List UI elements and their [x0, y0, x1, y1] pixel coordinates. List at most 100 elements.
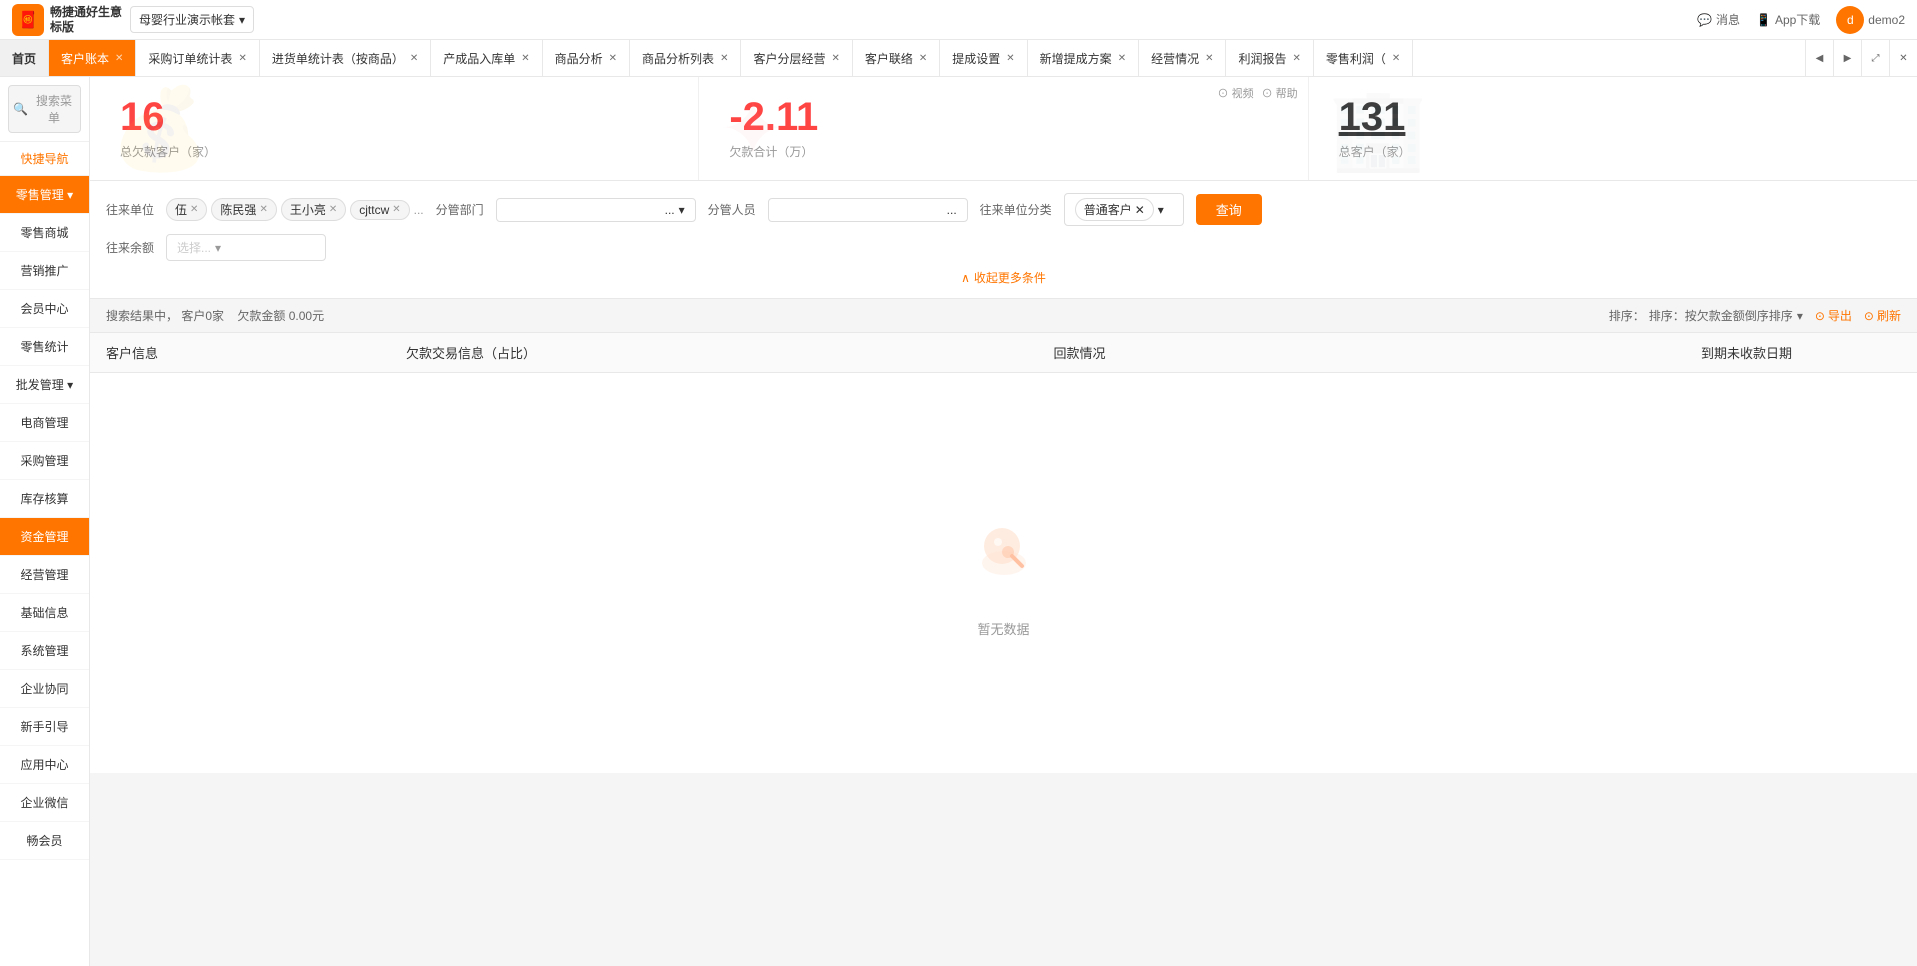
- empty-icon: [964, 508, 1044, 607]
- unit-category-select[interactable]: 普通客户 ✕ ▾: [1064, 193, 1184, 226]
- close-tag-1[interactable]: ✕: [259, 204, 267, 215]
- sidebar-item-purchase-mgmt[interactable]: 采购管理: [0, 442, 89, 480]
- data-table: 客户信息 欠款交易信息（占比） 回款情况 到期未收款日期 暂无数据: [90, 333, 1917, 773]
- stats-row: 💰 16 总欠款客户（家） ✦ -2.11 欠款合计（万） ⊙ 视频 ⊙ 帮助 …: [90, 77, 1917, 181]
- sidebar-item-new-guide[interactable]: 新手引导: [0, 708, 89, 746]
- tab-customer-layer[interactable]: 客户分层经营 ✕: [741, 40, 852, 76]
- sidebar-item-batch-mgmt[interactable]: 批发管理 ▾: [0, 366, 89, 404]
- filter-tag-2[interactable]: 王小亮 ✕: [281, 198, 346, 221]
- close-tab-new-plan[interactable]: ✕: [1118, 53, 1126, 64]
- close-tab-customer-book[interactable]: ✕: [115, 53, 123, 64]
- sidebar-item-capital-mgmt[interactable]: 资金管理: [0, 518, 89, 556]
- export-btn[interactable]: ⊙ 导出: [1815, 307, 1852, 324]
- sort-select[interactable]: 排序： 排序：按欠款金额倒序排序 ▾: [1609, 307, 1803, 324]
- logo-area: 🧧 畅捷通好生意 标版: [12, 4, 122, 36]
- tab-home[interactable]: 首页: [0, 40, 49, 76]
- tab-operation[interactable]: 经营情况 ✕: [1139, 40, 1226, 76]
- tab-retail-profit[interactable]: 零售利润（ ✕: [1314, 40, 1413, 76]
- filter-tag-1[interactable]: 陈民强 ✕: [211, 198, 276, 221]
- close-tab-retail-profit[interactable]: ✕: [1392, 53, 1400, 64]
- user-avatar[interactable]: d demo2: [1836, 6, 1905, 34]
- main-layout: 🔍 搜索菜单 快捷导航 零售管理 ▾ 零售商城 营销推广 会员中心 零售统计 批…: [0, 77, 1917, 966]
- logo-text: 畅捷通好生意 标版: [50, 5, 122, 34]
- sidebar-item-enterprise-wechat[interactable]: 企业微信: [0, 784, 89, 822]
- nav-prev-btn[interactable]: ◀: [1805, 40, 1833, 76]
- staff-select[interactable]: ...: [768, 198, 968, 222]
- nav-close-all-btn[interactable]: ✕: [1889, 40, 1917, 76]
- search-menu-btn[interactable]: 🔍 搜索菜单: [8, 85, 81, 133]
- content-area: 💰 16 总欠款客户（家） ✦ -2.11 欠款合计（万） ⊙ 视频 ⊙ 帮助 …: [90, 77, 1917, 966]
- tab-new-plan[interactable]: 新增提成方案 ✕: [1028, 40, 1139, 76]
- tab-goods-analysis-list[interactable]: 商品分析列表 ✕: [630, 40, 741, 76]
- sidebar-item-ecommerce[interactable]: 电商管理: [0, 404, 89, 442]
- top-bar-right: 💬 消息 📱 App下载 d demo2: [1697, 6, 1905, 34]
- dept-select[interactable]: ... ▾: [496, 198, 696, 222]
- col-overdue-date: 到期未收款日期: [1701, 343, 1901, 362]
- tab-customer-book[interactable]: 客户账本 ✕: [49, 40, 136, 76]
- filter-row-2: 往来余额 选择... ▾: [106, 234, 1901, 261]
- sidebar-item-retail-mall[interactable]: 零售商城: [0, 214, 89, 252]
- tab-goods-analysis[interactable]: 商品分析 ✕: [543, 40, 630, 76]
- tab-purchase-order[interactable]: 采购订单统计表 ✕: [136, 40, 259, 76]
- filter-more-tags[interactable]: ...: [414, 203, 424, 217]
- balance-input[interactable]: 选择... ▾: [166, 234, 326, 261]
- tab-stock-stats[interactable]: 进货单统计表（按商品） ✕: [260, 40, 431, 76]
- refresh-btn[interactable]: ⊙ 刷新: [1864, 307, 1901, 324]
- close-tab-customer-contact[interactable]: ✕: [919, 53, 927, 64]
- query-button[interactable]: 查询: [1196, 194, 1262, 225]
- unit-category-tag[interactable]: 普通客户 ✕: [1075, 198, 1154, 221]
- collapse-filter-btn[interactable]: ∧ 收起更多条件: [961, 269, 1046, 286]
- close-tab-purchase-order[interactable]: ✕: [238, 53, 246, 64]
- app-download-btn[interactable]: 📱 App下载: [1756, 11, 1820, 28]
- sidebar-item-retail-stats[interactable]: 零售统计: [0, 328, 89, 366]
- close-tag-3[interactable]: ✕: [392, 204, 400, 215]
- message-btn[interactable]: 💬 消息: [1697, 11, 1740, 28]
- close-tab-goods-analysis[interactable]: ✕: [609, 53, 617, 64]
- close-tab-remind-settings[interactable]: ✕: [1006, 53, 1014, 64]
- stat-help-area: ⊙ 视频 ⊙ 帮助: [1218, 85, 1298, 101]
- close-tag-2[interactable]: ✕: [329, 204, 337, 215]
- account-dropdown[interactable]: 母婴行业演示帐套 ▾: [130, 6, 254, 33]
- filter-tag-3[interactable]: cjttcw ✕: [350, 200, 409, 220]
- sidebar-item-vip-member[interactable]: 畅会员: [0, 822, 89, 860]
- filter-tag-0[interactable]: 伍 ✕: [166, 198, 207, 221]
- sidebar-item-marketing[interactable]: 营销推广: [0, 252, 89, 290]
- close-tab-produce-stock[interactable]: ✕: [521, 53, 529, 64]
- sidebar-item-inventory[interactable]: 库存核算: [0, 480, 89, 518]
- nav-arrows: ◀ ▶ ⤢ ✕: [1805, 40, 1917, 76]
- tab-profit-report[interactable]: 利润报告 ✕: [1226, 40, 1313, 76]
- close-category-tag[interactable]: ✕: [1135, 203, 1145, 217]
- sidebar-item-system-mgmt[interactable]: 系统管理: [0, 632, 89, 670]
- sidebar-item-basic-info[interactable]: 基础信息: [0, 594, 89, 632]
- sidebar-item-retail-mgmt[interactable]: 零售管理 ▾: [0, 176, 89, 214]
- close-tab-customer-layer[interactable]: ✕: [831, 53, 839, 64]
- sidebar-item-operations-mgmt[interactable]: 经营管理: [0, 556, 89, 594]
- result-info: 搜索结果中， 客户0家 欠款金额 0.00元: [106, 307, 324, 324]
- table-body: 暂无数据: [90, 373, 1917, 773]
- close-tab-goods-analysis-list[interactable]: ✕: [720, 53, 728, 64]
- avatar: d: [1836, 6, 1864, 34]
- sidebar-item-enterprise-collab[interactable]: 企业协同: [0, 670, 89, 708]
- tab-remind-settings[interactable]: 提成设置 ✕: [940, 40, 1027, 76]
- result-bar: 搜索结果中， 客户0家 欠款金额 0.00元 排序： 排序：按欠款金额倒序排序 …: [90, 299, 1917, 333]
- sidebar-item-app-center[interactable]: 应用中心: [0, 746, 89, 784]
- sidebar-item-member-center[interactable]: 会员中心: [0, 290, 89, 328]
- stat2-bg-icon: ✦: [719, 82, 786, 175]
- help-btn[interactable]: ⊙ 帮助: [1262, 85, 1298, 101]
- collapse-row: ∧ 收起更多条件: [106, 269, 1901, 286]
- tab-customer-contact[interactable]: 客户联络 ✕: [853, 40, 940, 76]
- quick-nav-btn[interactable]: 快捷导航: [0, 142, 89, 176]
- stat-customers: 💰 16 总欠款客户（家）: [90, 77, 699, 180]
- tab-produce-stock[interactable]: 产成品入库单 ✕: [431, 40, 542, 76]
- nav-tabs: 首页 客户账本 ✕ 采购订单统计表 ✕ 进货单统计表（按商品） ✕ 产成品入库单…: [0, 40, 1917, 77]
- close-tab-stock-stats[interactable]: ✕: [410, 53, 418, 64]
- close-tab-operation[interactable]: ✕: [1205, 53, 1213, 64]
- logo-icon: 🧧: [12, 4, 44, 36]
- nav-maximize-btn[interactable]: ⤢: [1861, 40, 1889, 76]
- video-btn[interactable]: ⊙ 视频: [1218, 85, 1254, 101]
- close-tab-profit-report[interactable]: ✕: [1293, 53, 1301, 64]
- nav-next-btn[interactable]: ▶: [1833, 40, 1861, 76]
- close-tag-0[interactable]: ✕: [190, 204, 198, 215]
- sidebar-search-area: 🔍 搜索菜单: [0, 77, 89, 142]
- balance-label: 往来余额: [106, 239, 154, 256]
